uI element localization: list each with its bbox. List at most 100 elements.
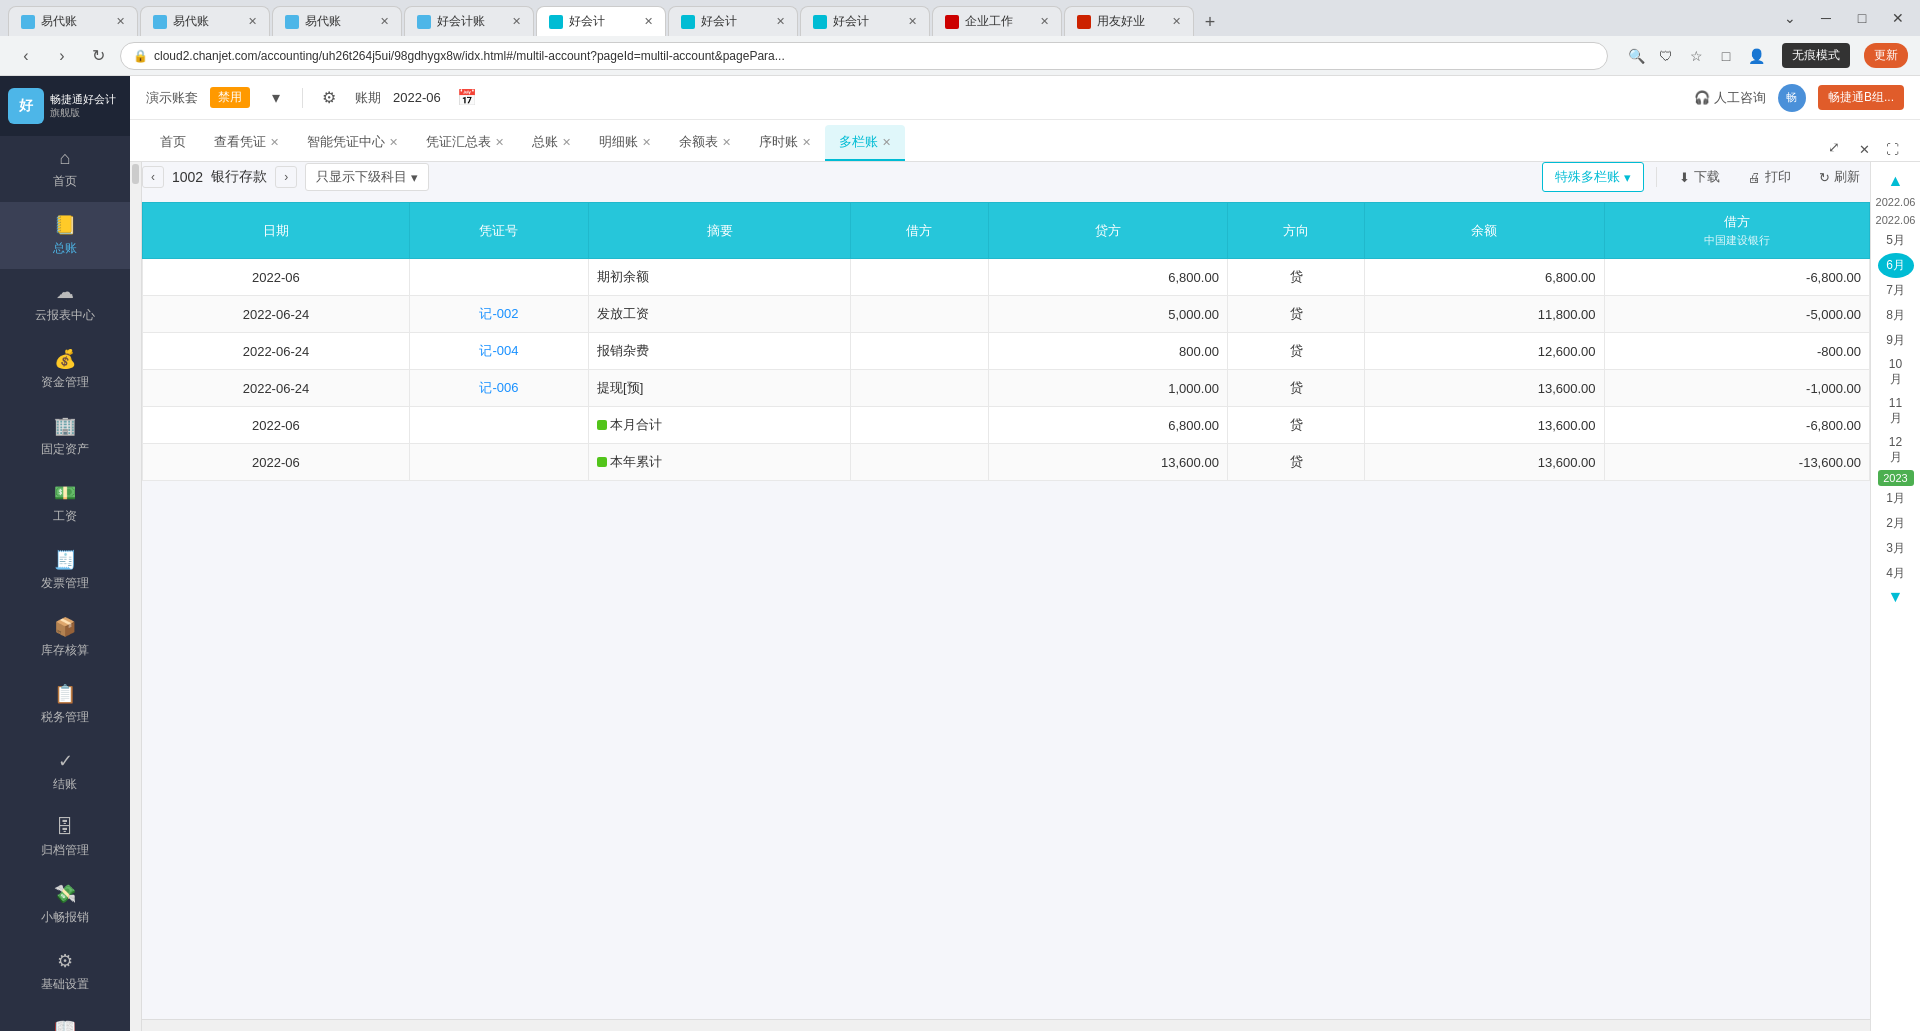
tab-detail-ledger-close[interactable]: ✕ xyxy=(642,136,651,149)
browser-tab-4[interactable]: 好会计账 ✕ xyxy=(404,6,534,36)
tab-close-4[interactable]: ✕ xyxy=(512,15,521,28)
timeline-month-2023-1[interactable]: 1月 xyxy=(1878,486,1914,511)
voucher-link-3[interactable]: 记-004 xyxy=(479,343,518,358)
tab-close-9[interactable]: ✕ xyxy=(1172,15,1181,28)
sidebar-item-ledger[interactable]: 📒 总账 xyxy=(0,202,130,269)
tab-close-5[interactable]: ✕ xyxy=(644,15,653,28)
tab-close-2[interactable]: ✕ xyxy=(248,15,257,28)
tab-view-voucher-close[interactable]: ✕ xyxy=(270,136,279,149)
tab-multi-column-close[interactable]: ✕ xyxy=(882,136,891,149)
tab-close-6[interactable]: ✕ xyxy=(776,15,785,28)
browser-tab-3[interactable]: 易代账 ✕ xyxy=(272,6,402,36)
tab-close-7[interactable]: ✕ xyxy=(908,15,917,28)
timeline-month-2023-4[interactable]: 4月 xyxy=(1878,561,1914,586)
browser-tab-6[interactable]: 好会计 ✕ xyxy=(668,6,798,36)
service-button[interactable]: 🎧 人工咨询 xyxy=(1694,89,1766,107)
calendar-icon[interactable]: 📅 xyxy=(453,84,481,112)
browser-tab-9[interactable]: 用友好业 ✕ xyxy=(1064,6,1194,36)
sidebar-item-funds[interactable]: 💰 资金管理 xyxy=(0,336,130,403)
timeline-month-10[interactable]: 10月 xyxy=(1878,353,1914,392)
download-button[interactable]: ⬇ 下载 xyxy=(1669,163,1730,191)
address-field[interactable]: 🔒 cloud2.chanjet.com/accounting/uh26t264… xyxy=(120,42,1608,70)
tab-multi-column[interactable]: 多栏账 ✕ xyxy=(825,125,905,161)
refresh-nav-button[interactable]: ↻ xyxy=(84,42,112,70)
user-name-button[interactable]: 畅捷通B组... xyxy=(1818,85,1904,110)
tab-general-ledger-close[interactable]: ✕ xyxy=(562,136,571,149)
tab-detail-ledger[interactable]: 明细账 ✕ xyxy=(585,125,665,161)
profile-icon[interactable]: 👤 xyxy=(1744,44,1768,68)
tab-smart-voucher-close[interactable]: ✕ xyxy=(389,136,398,149)
special-multi-col-button[interactable]: 特殊多栏账 ▾ xyxy=(1542,162,1644,192)
sidebar-item-settings[interactable]: ⚙ 基础设置 xyxy=(0,938,130,1005)
tab-voucher-summary-close[interactable]: ✕ xyxy=(495,136,504,149)
tab-balance-close[interactable]: ✕ xyxy=(722,136,731,149)
bottom-scrollbar[interactable] xyxy=(142,1019,1870,1031)
print-button[interactable]: 🖨 打印 xyxy=(1738,163,1801,191)
account-next-button[interactable]: › xyxy=(275,166,297,188)
timeline-month-7[interactable]: 7月 xyxy=(1878,278,1914,303)
search-icon[interactable]: 🔍 xyxy=(1624,44,1648,68)
timeline-month-11[interactable]: 11月 xyxy=(1878,392,1914,431)
settings-toolbar-icon[interactable]: ⚙ xyxy=(315,84,343,112)
timeline-month-5[interactable]: 5月 xyxy=(1878,228,1914,253)
tab-list-button[interactable]: ⌄ xyxy=(1776,4,1804,32)
close-panel-button[interactable]: ✕ xyxy=(1852,137,1876,161)
sidebar-item-archive[interactable]: 🗄 归档管理 xyxy=(0,805,130,871)
timeline-month-6[interactable]: 6月 xyxy=(1878,253,1914,278)
tab-close-8[interactable]: ✕ xyxy=(1040,15,1049,28)
wuhen-button[interactable]: 无痕模式 xyxy=(1782,43,1850,68)
filter-dropdown[interactable]: 只显示下级科目 ▾ xyxy=(305,163,429,191)
timeline-month-2023-2[interactable]: 2月 xyxy=(1878,511,1914,536)
sidebar-item-expense[interactable]: 💸 小畅报销 xyxy=(0,871,130,938)
tab-close-1[interactable]: ✕ xyxy=(116,15,125,28)
tab-general-ledger[interactable]: 总账 ✕ xyxy=(518,125,585,161)
maximize-button[interactable]: □ xyxy=(1848,4,1876,32)
timeline-month-8[interactable]: 8月 xyxy=(1878,303,1914,328)
timeline-up-button[interactable]: ▲ xyxy=(1886,170,1906,192)
tab-voucher-summary[interactable]: 凭证汇总表 ✕ xyxy=(412,125,518,161)
account-prev-button[interactable]: ‹ xyxy=(142,166,164,188)
tab-journal[interactable]: 序时账 ✕ xyxy=(745,125,825,161)
update-button[interactable]: 更新 xyxy=(1864,43,1908,68)
sidebar-item-guide[interactable]: 📖 新手引导 xyxy=(0,1005,130,1031)
sidebar-item-close[interactable]: ✓ 结账 xyxy=(0,738,130,805)
voucher-link-4[interactable]: 记-006 xyxy=(479,380,518,395)
tab-journal-close[interactable]: ✕ xyxy=(802,136,811,149)
close-window-button[interactable]: ✕ xyxy=(1884,4,1912,32)
browser-tab-8[interactable]: 企业工作 ✕ xyxy=(932,6,1062,36)
browser-tab-1[interactable]: 易代账 ✕ xyxy=(8,6,138,36)
dropdown-icon[interactable]: ▾ xyxy=(262,84,290,112)
table-container[interactable]: 日期 凭证号 摘要 借方 xyxy=(142,202,1870,1019)
tab-expand-button[interactable]: ⤢ xyxy=(1820,133,1848,161)
scrollbar-thumb[interactable] xyxy=(132,164,139,184)
tab-smart-voucher[interactable]: 智能凭证中心 ✕ xyxy=(293,125,412,161)
forward-button[interactable]: › xyxy=(48,42,76,70)
user-avatar[interactable]: 畅 xyxy=(1778,84,1806,112)
shield-icon[interactable]: 🛡 xyxy=(1654,44,1678,68)
timeline-month-2023-3[interactable]: 3月 xyxy=(1878,536,1914,561)
sidebar-item-home[interactable]: ⌂ 首页 xyxy=(0,136,130,202)
left-scrollbar[interactable] xyxy=(130,162,142,1031)
minimize-button[interactable]: ─ xyxy=(1812,4,1840,32)
tab-home[interactable]: 首页 xyxy=(146,125,200,161)
sidebar-item-cloud[interactable]: ☁ 云报表中心 xyxy=(0,269,130,336)
timeline-month-9[interactable]: 9月 xyxy=(1878,328,1914,353)
browser-tab-2[interactable]: 易代账 ✕ xyxy=(140,6,270,36)
tab-close-3[interactable]: ✕ xyxy=(380,15,389,28)
browser-tab-5[interactable]: 好会计 ✕ xyxy=(536,6,666,36)
browser-tab-7[interactable]: 好会计 ✕ xyxy=(800,6,930,36)
new-tab-button[interactable]: + xyxy=(1196,8,1224,36)
sidebar-item-invoice[interactable]: 🧾 发票管理 xyxy=(0,537,130,604)
tab-view-voucher[interactable]: 查看凭证 ✕ xyxy=(200,125,293,161)
sidebar-item-tax[interactable]: 📋 税务管理 xyxy=(0,671,130,738)
refresh-button[interactable]: ↻ 刷新 xyxy=(1809,163,1870,191)
back-button[interactable]: ‹ xyxy=(12,42,40,70)
star-icon[interactable]: ☆ xyxy=(1684,44,1708,68)
tab-balance[interactable]: 余额表 ✕ xyxy=(665,125,745,161)
timeline-month-12[interactable]: 12月 xyxy=(1878,431,1914,470)
screenshot-icon[interactable]: □ xyxy=(1714,44,1738,68)
fullscreen-button[interactable]: ⛶ xyxy=(1880,137,1904,161)
sidebar-item-salary[interactable]: 💵 工资 xyxy=(0,470,130,537)
sidebar-item-inventory[interactable]: 📦 库存核算 xyxy=(0,604,130,671)
voucher-link-2[interactable]: 记-002 xyxy=(479,306,518,321)
